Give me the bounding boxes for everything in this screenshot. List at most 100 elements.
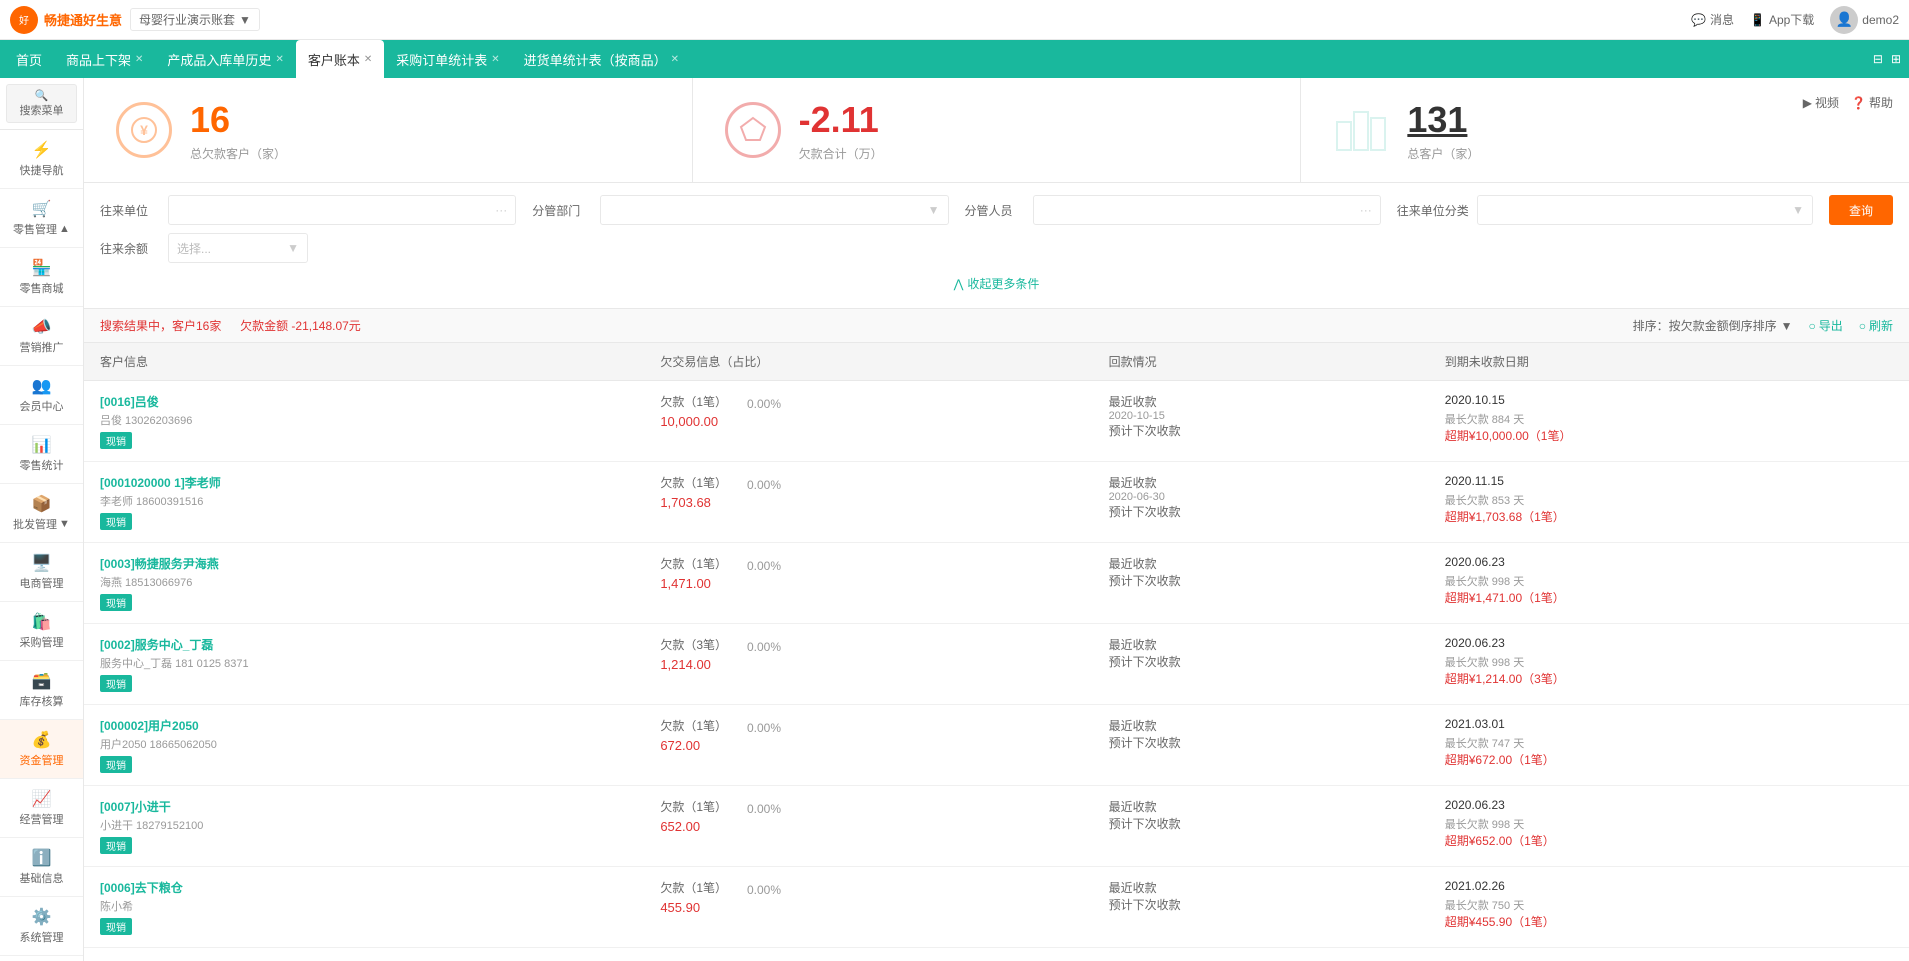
tab-product-history-label: 产成品入库单历史 [167,50,271,69]
minimize-icon[interactable]: ⊟ [1873,52,1883,66]
sidebar-item-inventory[interactable]: 🗃️ 库存核算 [0,661,83,720]
refresh-icon: ○ [1859,319,1866,333]
tab-product-listing-label: 商品上下架 [66,50,131,69]
tab-purchase-order[interactable]: 采购订单统计表 ✕ [384,40,511,78]
customer-name-link[interactable]: [000002]用户2050 [100,717,660,734]
video-icon: ▶ [1803,96,1812,110]
collapse-area: ⋀ 收起更多条件 [100,271,1893,296]
sidebar-item-enterprise-collab[interactable]: 🤝 企业协同 [0,956,83,961]
overdue-amount-link[interactable]: 超期¥1,214.00（3笔） [1445,670,1893,687]
tab-product-listing[interactable]: 商品上下架 ✕ [54,40,155,78]
sidebar-item-retail-store[interactable]: 🏪 零售商城 [0,248,83,307]
maximize-icon[interactable]: ⊞ [1891,52,1901,66]
debt-amount[interactable]: 455.90 [660,900,727,915]
debt-amount[interactable]: 672.00 [660,738,727,753]
overdue-amount-link[interactable]: 超期¥1,471.00（1笔） [1445,589,1893,606]
tab-close-icon[interactable]: ✕ [135,54,143,65]
customer-tag: 现销 [100,837,132,854]
customer-contact: 吕俊 13026203696 [100,412,660,428]
customer-info-cell: [0016]吕俊 吕俊 13026203696 现销 [100,393,660,449]
customer-name-link[interactable]: [0003]畅捷服务尹海燕 [100,555,660,572]
customer-tag: 现销 [100,918,132,935]
tab-close-icon[interactable]: ✕ [671,54,679,65]
tab-customer-account-label: 客户账本 [308,50,360,69]
refresh-button[interactable]: ○ 刷新 [1859,317,1893,334]
sort-selector[interactable]: 排序：按欠款金额倒序排序 ▼ [1633,317,1793,334]
sidebar-item-retail-stats[interactable]: 📊 零售统计 [0,425,83,484]
customer-name-link[interactable]: [0007]小进干 [100,798,660,815]
customer-name-link[interactable]: [0001020000 1]李老师 [100,474,660,491]
svg-text:¥: ¥ [140,122,148,138]
table-row: [000002]用户2050 用户2050 18665062050 现销 欠款（… [84,705,1909,786]
debt-amount[interactable]: 1,214.00 [660,657,727,672]
help-btn[interactable]: ❓ 帮助 [1851,94,1893,111]
overdue-cell: 2021.02.26 最长欠款 750 天 超期¥455.90（1笔） [1445,879,1893,930]
sidebar-item-retail-mgmt[interactable]: 🛒 零售管理 ▲ [0,189,83,248]
table-row: [0003]畅捷服务尹海燕 海燕 18513066976 现销 欠款（1笔） 1… [84,543,1909,624]
stat-info-debt-customers: 16 总欠款客户（家） [190,98,662,162]
tab-stock-summary[interactable]: 进货单统计表（按商品） ✕ [512,40,691,78]
tab-customer-account[interactable]: 客户账本 ✕ [296,40,384,78]
sidebar-item-operations[interactable]: 📈 经营管理 [0,779,83,838]
table-header: 客户信息 欠交易信息（占比） 回款情况 到期未收款日期 [84,343,1909,381]
sidebar-item-marketing[interactable]: 📣 营销推广 [0,307,83,366]
inventory-icon: 🗃️ [4,671,79,691]
customer-info-cell: [0002]服务中心_丁磊 服务中心_丁磊 181 0125 8371 现销 [100,636,660,692]
search-menu-button[interactable]: 🔍 搜索菜单 [6,84,77,123]
overdue-amount-link[interactable]: 超期¥672.00（1笔） [1445,751,1893,768]
sidebar-item-batch-mgmt[interactable]: 📦 批发管理 ▼ [0,484,83,543]
store-selector[interactable]: 母婴行业演示账套 ▼ [130,8,260,31]
sidebar-item-quick-nav[interactable]: ⚡ 快捷导航 [0,130,83,189]
tab-close-icon[interactable]: ✕ [364,54,372,65]
export-button[interactable]: ○ 导出 [1808,317,1842,334]
debt-amount[interactable]: 1,703.68 [660,495,727,510]
customer-contact: 李老师 18600391516 [100,493,660,509]
tab-close-icon[interactable]: ✕ [491,54,499,65]
sidebar-item-basic-info[interactable]: ℹ️ 基础信息 [0,838,83,897]
sidebar-item-member[interactable]: 👥 会员中心 [0,366,83,425]
overdue-amount-link[interactable]: 超期¥652.00（1笔） [1445,832,1893,849]
filter-area: 往来单位 ··· 分管部门 ▼ 分管人员 [84,183,1909,309]
overdue-amount-link[interactable]: 超期¥10,000.00（1笔） [1445,427,1893,444]
tab-product-history[interactable]: 产成品入库单历史 ✕ [155,40,295,78]
dept-select[interactable]: ▼ [600,195,948,225]
sidebar-item-system[interactable]: ⚙️ 系统管理 [0,897,83,956]
balance-select[interactable]: 选择... ▼ [168,233,308,263]
customer-name-link[interactable]: [0006]去下粮仓 [100,879,660,896]
customer-contact: 服务中心_丁磊 181 0125 8371 [100,655,660,671]
overdue-amount-link[interactable]: 超期¥1,703.68（1笔） [1445,508,1893,525]
app-download-button[interactable]: 📱 App下载 [1750,11,1814,28]
debt-amount[interactable]: 1,471.00 [660,576,727,591]
tab-close-icon[interactable]: ✕ [275,54,283,65]
customer-name-link[interactable]: [0002]服务中心_丁磊 [100,636,660,653]
user-menu[interactable]: 👤 demo2 [1830,6,1899,34]
overdue-amount-link[interactable]: 超期¥455.90（1笔） [1445,913,1893,930]
customer-name-link[interactable]: [0016]吕俊 [100,393,660,410]
video-btn[interactable]: ▶ 视频 [1803,94,1839,111]
search-icon: 🔍 [35,90,49,102]
repayment-cell: 最近收款 2020-10-15 预计下次收款 [1109,393,1445,439]
table-row: [0007]小进干 小进干 18279152100 现销 欠款（1笔） 652.… [84,786,1909,867]
layout: 🔍 搜索菜单 ⚡ 快捷导航 🛒 零售管理 ▲ 🏪 零售商城 📣 营销推广 👥 会… [0,78,1909,961]
dept-label: 分管部门 [532,202,592,219]
source-unit-input[interactable]: ··· [168,195,516,225]
sidebar-item-finance[interactable]: 💰 资金管理 [0,720,83,779]
debt-amount[interactable]: 652.00 [660,819,727,834]
stat-actions: ▶ 视频 ❓ 帮助 [1803,94,1893,111]
results-actions: 排序：按欠款金额倒序排序 ▼ ○ 导出 ○ 刷新 [1633,317,1893,334]
unit-category-select[interactable]: ▼ [1477,195,1813,225]
top-bar-left: 好 畅捷通好生意 母婴行业演示账套 ▼ [10,6,260,34]
system-icon: ⚙️ [4,907,79,927]
search-button[interactable]: 查询 [1829,195,1893,225]
debt-amount[interactable]: 10,000.00 [660,414,727,429]
sidebar-item-purchase[interactable]: 🛍️ 采购管理 [0,602,83,661]
person-input[interactable]: ··· [1033,195,1381,225]
collapse-button[interactable]: ⋀ 收起更多条件 [950,271,1044,296]
debt-info-cell: 欠款（1笔） 1,703.68 0.00% [660,474,1108,510]
filter-unit-category: 往来单位分类 ▼ [1397,195,1813,225]
message-button[interactable]: 💬 消息 [1691,11,1734,28]
filter-row-1: 往来单位 ··· 分管部门 ▼ 分管人员 [100,195,1893,225]
chevron-icon: ▼ [59,518,70,530]
tab-home[interactable]: 首页 [4,40,54,78]
sidebar-item-ecommerce[interactable]: 🖥️ 电商管理 [0,543,83,602]
